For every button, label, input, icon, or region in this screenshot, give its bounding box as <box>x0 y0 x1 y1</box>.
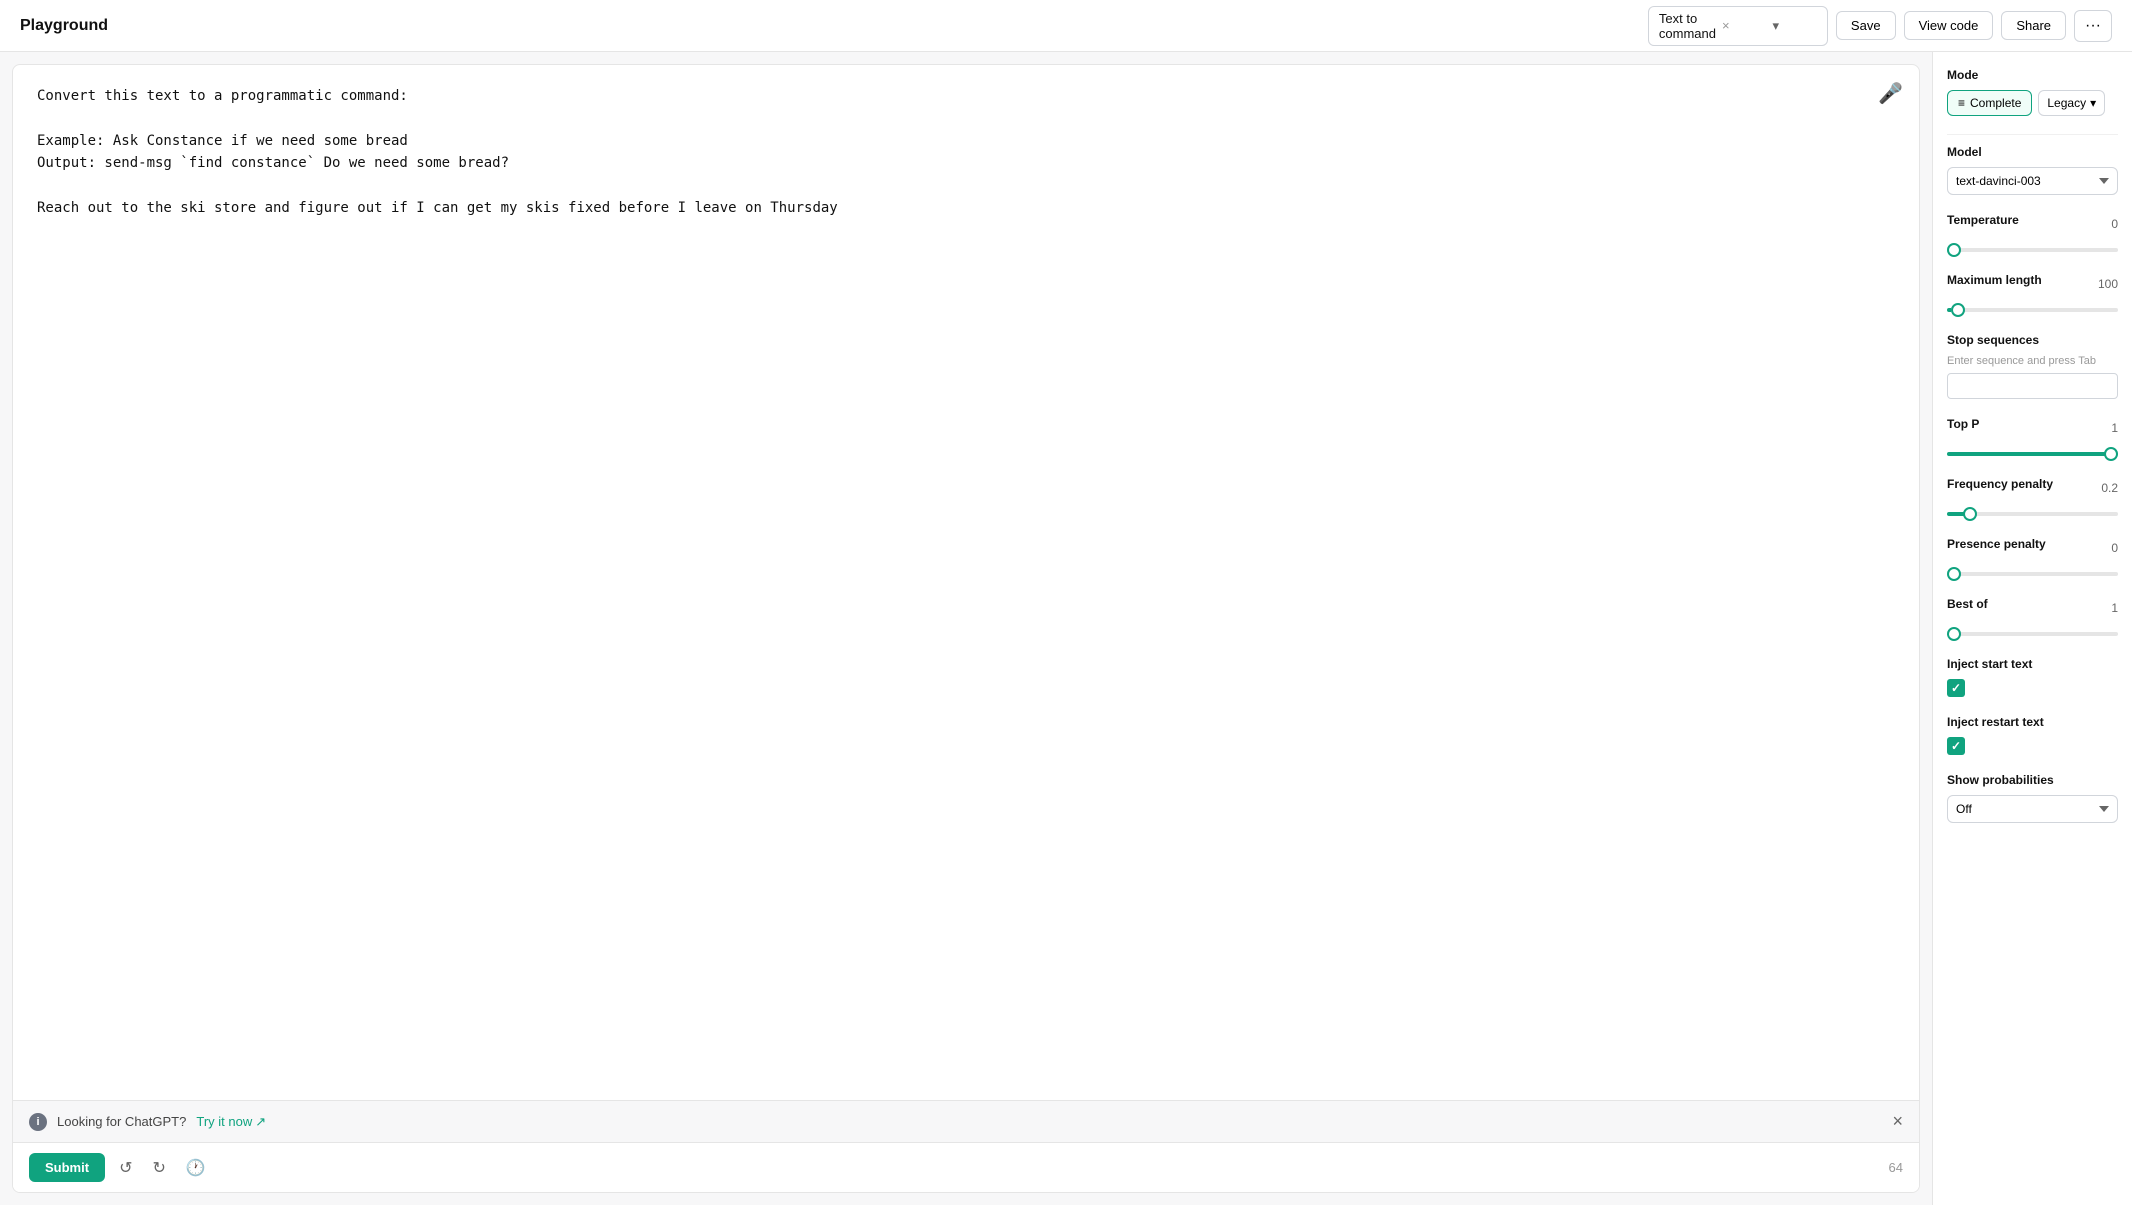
mode-row: ≡ Complete Legacy ▾ <box>1947 90 2118 116</box>
inject-start-checkbox[interactable] <box>1947 679 1965 697</box>
inject-restart-checkbox[interactable] <box>1947 737 1965 755</box>
preset-clear-icon[interactable]: × <box>1722 19 1766 32</box>
app-title: Playground <box>20 17 108 35</box>
frequency-penalty-value: 0.2 <box>2101 481 2118 495</box>
header: Playground Text to command × ▾ Save View… <box>0 0 2132 52</box>
max-length-value: 100 <box>2098 277 2118 291</box>
best-of-slider[interactable] <box>1947 632 2118 636</box>
editor-content[interactable]: Convert this text to a programmatic comm… <box>13 65 1919 1100</box>
redo-button[interactable]: ↻ <box>146 1154 171 1182</box>
legacy-label: Legacy <box>2047 96 2086 110</box>
legacy-mode-button[interactable]: Legacy ▾ <box>2038 90 2105 116</box>
footer-left: Submit ↺ ↻ 🕐 <box>29 1153 212 1182</box>
chatgpt-banner: i Looking for ChatGPT? Try it now ↗ × <box>13 1100 1919 1142</box>
banner-text: Looking for ChatGPT? <box>57 1114 186 1129</box>
best-of-label: Best of <box>1947 597 1988 611</box>
char-count: 64 <box>1889 1160 1903 1175</box>
frequency-penalty-section: Frequency penalty 0.2 <box>1947 477 2118 519</box>
max-length-section: Maximum length 100 <box>1947 273 2118 315</box>
share-button[interactable]: Share <box>2001 11 2066 40</box>
divider-1 <box>1947 134 2118 135</box>
top-p-row: Top P 1 <box>1947 417 2118 439</box>
editor-text[interactable]: Convert this text to a programmatic comm… <box>37 85 1895 219</box>
mode-section: Mode ≡ Complete Legacy ▾ <box>1947 68 2118 116</box>
frequency-penalty-row: Frequency penalty 0.2 <box>1947 477 2118 499</box>
undo-button[interactable]: ↺ <box>113 1154 138 1182</box>
submit-button[interactable]: Submit <box>29 1153 105 1182</box>
complete-mode-button[interactable]: ≡ Complete <box>1947 90 2032 116</box>
history-button[interactable]: 🕐 <box>180 1154 212 1182</box>
preset-name: Text to command <box>1659 11 1716 41</box>
legacy-chevron-icon: ▾ <box>2090 96 2096 110</box>
presence-penalty-section: Presence penalty 0 <box>1947 537 2118 579</box>
chevron-down-icon: ▾ <box>1772 18 1816 34</box>
inject-restart-section: Inject restart text <box>1947 715 2118 755</box>
info-icon: i <box>29 1113 47 1131</box>
save-button[interactable]: Save <box>1836 11 1896 40</box>
show-prob-section: Show probabilities Off Most likely Least… <box>1947 773 2118 823</box>
stop-sequences-input[interactable] <box>1947 373 2118 399</box>
complete-label: Complete <box>1970 96 2021 110</box>
inject-start-label: Inject start text <box>1947 657 2118 671</box>
top-p-value: 1 <box>2111 421 2118 435</box>
best-of-value: 1 <box>2111 601 2118 615</box>
try-link-text: Try it now <box>196 1114 252 1129</box>
presence-penalty-label: Presence penalty <box>1947 537 2046 551</box>
presence-penalty-value: 0 <box>2111 541 2118 555</box>
view-code-button[interactable]: View code <box>1904 11 1994 40</box>
main-layout: Convert this text to a programmatic comm… <box>0 52 2132 1205</box>
max-length-slider[interactable] <box>1947 308 2118 312</box>
top-p-slider[interactable] <box>1947 452 2118 456</box>
model-select[interactable]: text-davinci-003 text-davinci-002 text-c… <box>1947 167 2118 195</box>
right-panel: Mode ≡ Complete Legacy ▾ Model text-davi… <box>1932 52 2132 1205</box>
editor-footer: Submit ↺ ↻ 🕐 64 <box>13 1142 1919 1192</box>
model-section: Model text-davinci-003 text-davinci-002 … <box>1947 145 2118 195</box>
banner-close-button[interactable]: × <box>1892 1111 1903 1132</box>
stop-sequences-hint: Enter sequence and press Tab <box>1947 355 2118 367</box>
temperature-value: 0 <box>2111 217 2118 231</box>
temperature-section: Temperature 0 <box>1947 213 2118 255</box>
frequency-penalty-slider[interactable] <box>1947 512 2118 516</box>
presence-penalty-slider[interactable] <box>1947 572 2118 576</box>
editor-area: Convert this text to a programmatic comm… <box>12 64 1920 1193</box>
show-prob-select[interactable]: Off Most likely Least likely Full spectr… <box>1947 795 2118 823</box>
temperature-row: Temperature 0 <box>1947 213 2118 235</box>
temperature-label: Temperature <box>1947 213 2019 227</box>
presence-penalty-row: Presence penalty 0 <box>1947 537 2118 559</box>
external-link-icon: ↗ <box>255 1114 266 1130</box>
banner-content: i Looking for ChatGPT? Try it now ↗ <box>29 1113 266 1131</box>
mode-label: Mode <box>1947 68 2118 82</box>
top-p-label: Top P <box>1947 417 1979 431</box>
complete-icon: ≡ <box>1958 96 1965 110</box>
model-label: Model <box>1947 145 2118 159</box>
top-p-section: Top P 1 <box>1947 417 2118 459</box>
preset-selector[interactable]: Text to command × ▾ <box>1648 6 1828 46</box>
stop-sequences-label: Stop sequences <box>1947 333 2118 347</box>
best-of-section: Best of 1 <box>1947 597 2118 639</box>
header-actions: Text to command × ▾ Save View code Share… <box>1648 6 2112 46</box>
temperature-slider[interactable] <box>1947 248 2118 252</box>
more-options-button[interactable]: ··· <box>2074 10 2112 42</box>
try-now-link[interactable]: Try it now ↗ <box>196 1114 266 1130</box>
show-prob-label: Show probabilities <box>1947 773 2118 787</box>
inject-restart-label: Inject restart text <box>1947 715 2118 729</box>
stop-sequences-section: Stop sequences Enter sequence and press … <box>1947 333 2118 399</box>
inject-start-section: Inject start text <box>1947 657 2118 697</box>
microphone-icon[interactable]: 🎤 <box>1878 81 1903 106</box>
max-length-row: Maximum length 100 <box>1947 273 2118 295</box>
frequency-penalty-label: Frequency penalty <box>1947 477 2053 491</box>
max-length-label: Maximum length <box>1947 273 2042 287</box>
best-of-row: Best of 1 <box>1947 597 2118 619</box>
